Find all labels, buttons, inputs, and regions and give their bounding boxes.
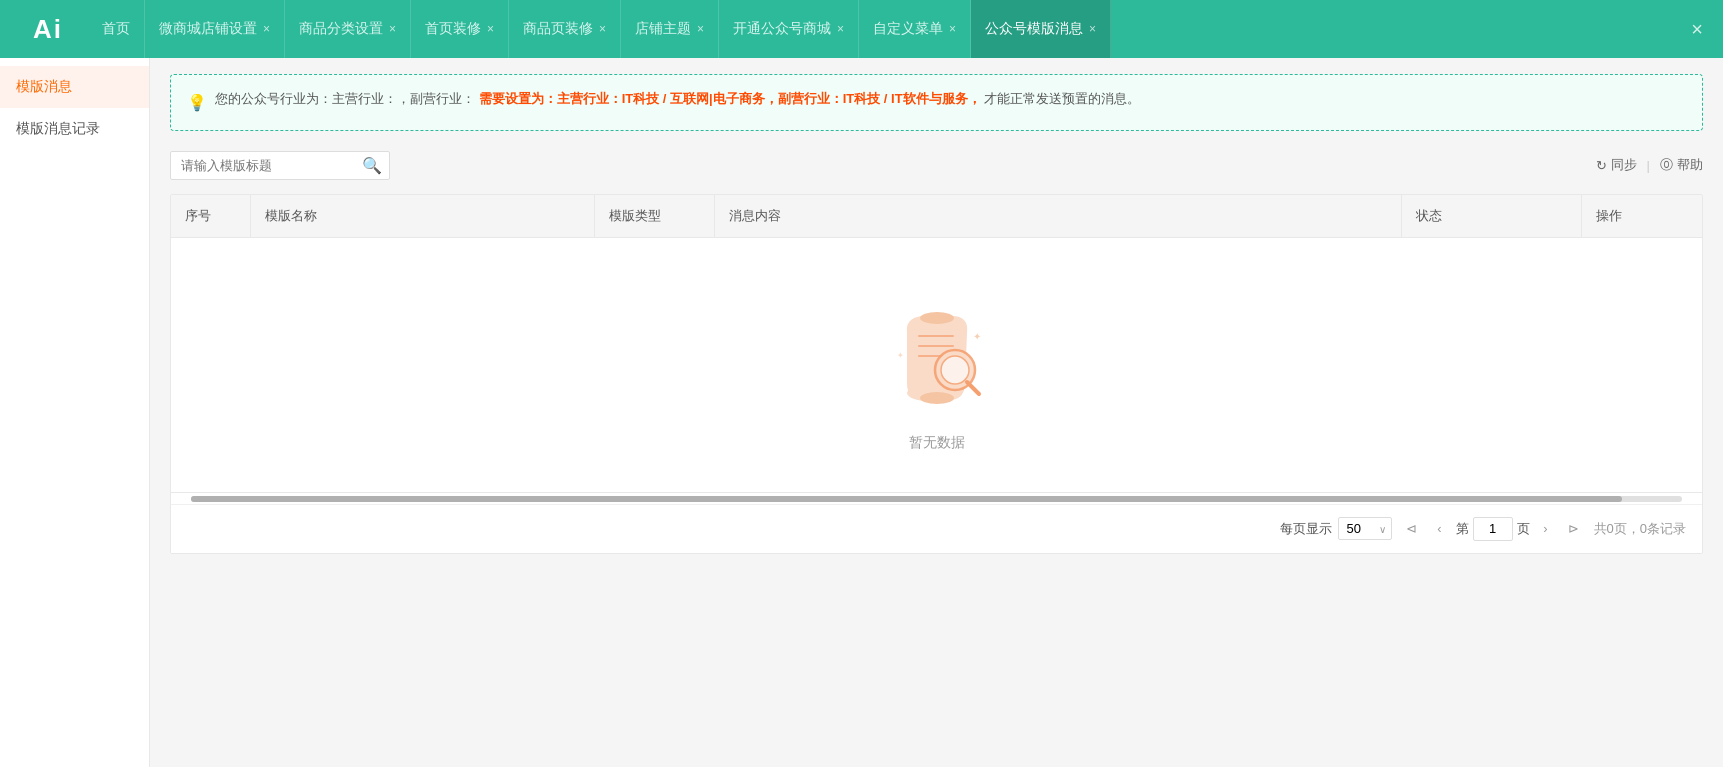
pagination: 每页显示 50 10 20 100 ⊲ ‹ 第 页 — [171, 504, 1702, 553]
search-input[interactable] — [170, 151, 390, 180]
table-header: 序号 模版名称 模版类型 消息内容 状态 操作 — [171, 195, 1702, 238]
help-icon: ⓪ — [1660, 156, 1673, 174]
tab-wshop-close[interactable]: × — [263, 23, 270, 35]
tab-home-decor[interactable]: 首页装修 × — [411, 0, 509, 58]
tab-template-msg-label: 公众号模版消息 — [985, 20, 1083, 38]
sidebar: 模版消息 模版消息记录 — [0, 58, 150, 767]
toolbar-right: ↻ 同步 | ⓪ 帮助 — [1596, 156, 1703, 174]
sync-icon: ↻ — [1596, 158, 1607, 173]
th-status: 状态 — [1402, 195, 1582, 237]
sidebar-item-template-log[interactable]: 模版消息记录 — [0, 108, 149, 150]
scrollbar-area — [171, 492, 1702, 504]
notice-suffix: 才能正常发送预置的消息。 — [984, 91, 1140, 106]
main-layout: 模版消息 模版消息记录 💡 您的公众号行业为：主营行业：，副营行业： 需要设置为… — [0, 58, 1723, 767]
notice-box: 💡 您的公众号行业为：主营行业：，副营行业： 需要设置为：主营行业：IT科技 /… — [170, 74, 1703, 131]
th-action: 操作 — [1582, 195, 1702, 237]
tab-product-decor[interactable]: 商品页装修 × — [509, 0, 621, 58]
sidebar-item-template[interactable]: 模版消息 — [0, 66, 149, 108]
help-label: 帮助 — [1677, 156, 1703, 174]
page-prefix: 第 — [1456, 520, 1469, 538]
tab-home-decor-close[interactable]: × — [487, 23, 494, 35]
page-input[interactable] — [1473, 517, 1513, 541]
tab-theme-close[interactable]: × — [697, 23, 704, 35]
sidebar-item-template-label: 模版消息 — [16, 78, 72, 94]
tab-home[interactable]: 首页 — [88, 0, 145, 58]
th-name: 模版名称 — [251, 195, 595, 237]
sync-label: 同步 — [1611, 156, 1637, 174]
tab-category-label: 商品分类设置 — [299, 20, 383, 38]
notice-text: 您的公众号行业为：主营行业：，副营行业： 需要设置为：主营行业：IT科技 / 互… — [215, 89, 1140, 110]
tab-list: 首页 微商城店铺设置 × 商品分类设置 × 首页装修 × 商品页装修 × 店铺主… — [88, 0, 1679, 58]
tab-template-msg[interactable]: 公众号模版消息 × — [971, 0, 1111, 58]
th-type: 模版类型 — [595, 195, 715, 237]
search-bar: 🔍 ↻ 同步 | ⓪ 帮助 — [170, 151, 1703, 180]
tab-open-mall-label: 开通公众号商城 — [733, 20, 831, 38]
prev-page-button[interactable]: ‹ — [1428, 517, 1452, 541]
next-page-button[interactable]: › — [1534, 517, 1558, 541]
scrollbar-track[interactable] — [191, 496, 1682, 502]
toolbar-divider: | — [1647, 158, 1650, 173]
tab-open-mall-close[interactable]: × — [837, 23, 844, 35]
app-logo: Ai — [8, 14, 88, 45]
tab-template-msg-close[interactable]: × — [1089, 23, 1096, 35]
empty-text: 暂无数据 — [909, 434, 965, 452]
tab-custom-menu-label: 自定义菜单 — [873, 20, 943, 38]
search-input-wrap: 🔍 — [170, 151, 390, 180]
empty-illustration: ✦ ✦ — [877, 298, 997, 418]
help-button[interactable]: ⓪ 帮助 — [1660, 156, 1703, 174]
close-all-button[interactable]: × — [1679, 19, 1715, 39]
topbar: Ai 首页 微商城店铺设置 × 商品分类设置 × 首页装修 × 商品页装修 × … — [0, 0, 1723, 58]
last-page-button[interactable]: ⊳ — [1562, 517, 1586, 541]
notice-highlight: 需要设置为：主营行业：IT科技 / 互联网|电子商务，副营行业：IT科技 / I… — [479, 91, 981, 106]
tab-home-decor-label: 首页装修 — [425, 20, 481, 38]
svg-point-7 — [941, 356, 969, 384]
page-size-wrap: 每页显示 50 10 20 100 — [1280, 517, 1392, 540]
tab-custom-menu-close[interactable]: × — [949, 23, 956, 35]
svg-text:✦: ✦ — [897, 351, 904, 360]
svg-line-8 — [967, 382, 979, 394]
th-index: 序号 — [171, 195, 251, 237]
tab-wshop[interactable]: 微商城店铺设置 × — [145, 0, 285, 58]
tab-theme-label: 店铺主题 — [635, 20, 691, 38]
tab-custom-menu[interactable]: 自定义菜单 × — [859, 0, 971, 58]
tab-category[interactable]: 商品分类设置 × — [285, 0, 411, 58]
total-info: 共0页，0条记录 — [1594, 520, 1686, 538]
content-area: 💡 您的公众号行业为：主营行业：，副营行业： 需要设置为：主营行业：IT科技 /… — [150, 58, 1723, 767]
sidebar-item-template-log-label: 模版消息记录 — [16, 120, 100, 136]
tab-theme[interactable]: 店铺主题 × — [621, 0, 719, 58]
empty-state: ✦ ✦ 暂无数据 — [171, 238, 1702, 492]
search-icon[interactable]: 🔍 — [362, 156, 382, 175]
svg-point-2 — [920, 392, 954, 404]
svg-text:✦: ✦ — [973, 331, 981, 342]
sync-button[interactable]: ↻ 同步 — [1596, 156, 1637, 174]
page-size-select[interactable]: 50 10 20 100 — [1338, 517, 1392, 540]
tab-home-label: 首页 — [102, 20, 130, 38]
tab-category-close[interactable]: × — [389, 23, 396, 35]
tab-open-mall[interactable]: 开通公众号商城 × — [719, 0, 859, 58]
page-nav: ⊲ ‹ 第 页 › ⊳ — [1400, 517, 1586, 541]
scrollbar-thumb[interactable] — [191, 496, 1622, 502]
notice-prefix: 您的公众号行业为：主营行业：，副营行业： — [215, 91, 475, 106]
page-suffix: 页 — [1517, 520, 1530, 538]
first-page-button[interactable]: ⊲ — [1400, 517, 1424, 541]
data-table: 序号 模版名称 模版类型 消息内容 状态 操作 — [170, 194, 1703, 554]
tab-product-decor-label: 商品页装修 — [523, 20, 593, 38]
notice-icon: 💡 — [187, 90, 207, 116]
svg-point-1 — [920, 312, 954, 324]
th-content: 消息内容 — [715, 195, 1402, 237]
tab-product-decor-close[interactable]: × — [599, 23, 606, 35]
tab-wshop-label: 微商城店铺设置 — [159, 20, 257, 38]
page-size-container: 50 10 20 100 — [1338, 517, 1392, 540]
per-page-label: 每页显示 — [1280, 520, 1332, 538]
